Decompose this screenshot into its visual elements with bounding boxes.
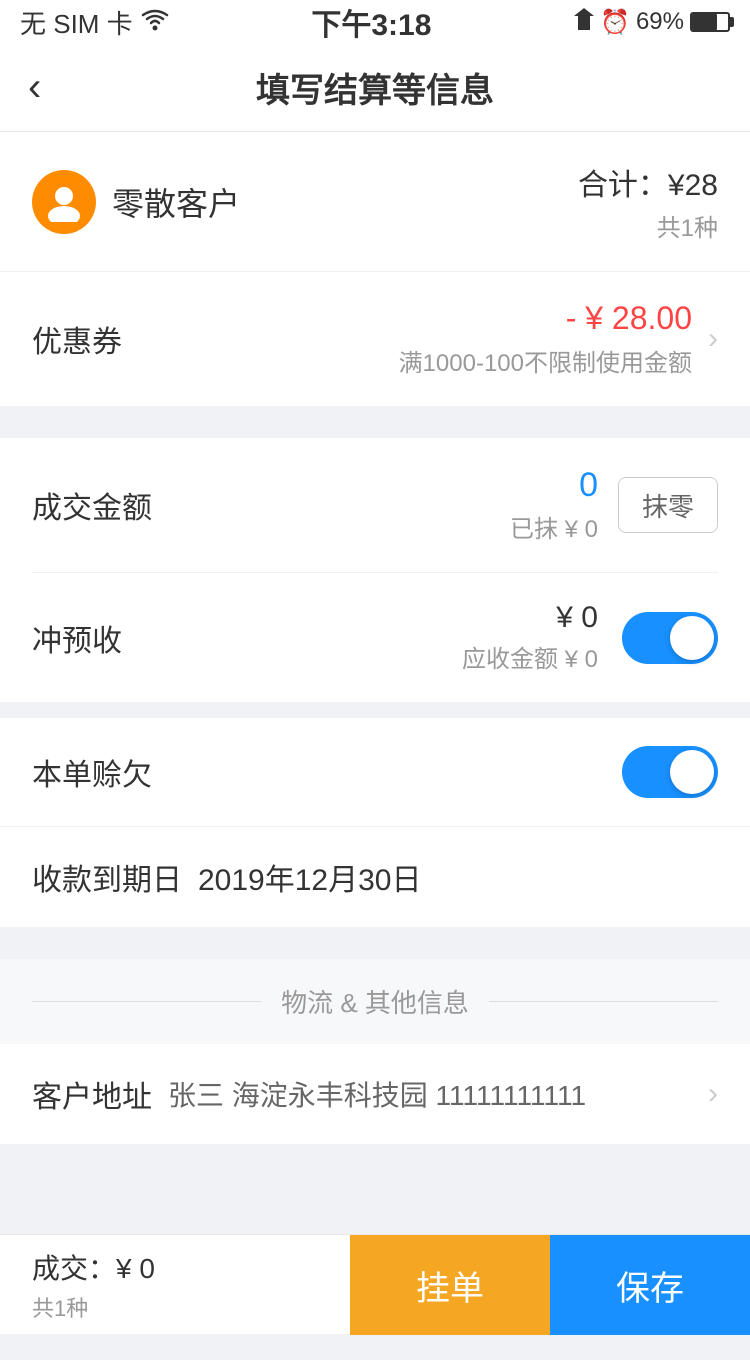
address-label: 客户地址 bbox=[32, 1072, 152, 1116]
due-date-row[interactable]: 收款到期日 2019年12月30日 bbox=[0, 826, 750, 927]
address-row[interactable]: 客户地址 张三 海淀永丰科技园 11111111111 › bbox=[0, 1044, 750, 1144]
coupon-desc: 满1000-100不限制使用金额 bbox=[399, 343, 692, 378]
prepayment-row: 冲预收 ¥ 0 应收金额 ¥ 0 bbox=[32, 573, 718, 702]
credit-toggle[interactable] bbox=[622, 746, 718, 798]
prepayment-amounts: ¥ 0 应收金额 ¥ 0 bbox=[462, 601, 598, 674]
battery-icon bbox=[690, 12, 730, 32]
total-count: 共1种 bbox=[578, 208, 718, 243]
logistics-line-left bbox=[32, 1001, 261, 1002]
customer-left: 零散客户 bbox=[32, 170, 240, 234]
sim-text: 无 SIM 卡 bbox=[20, 4, 133, 41]
bottom-transaction-label: 成交：¥ 0 bbox=[32, 1247, 318, 1287]
divider-3 bbox=[0, 943, 750, 959]
prepayment-right: ¥ 0 应收金额 ¥ 0 bbox=[462, 601, 718, 674]
divider-2 bbox=[0, 702, 750, 718]
coupon-label: 优惠券 bbox=[32, 317, 152, 361]
credit-section: 本单赊欠 收款到期日 2019年12月30日 bbox=[0, 718, 750, 927]
toggle-knob bbox=[670, 616, 714, 660]
chevron-right-icon: › bbox=[708, 322, 718, 356]
avatar bbox=[32, 170, 96, 234]
transaction-value[interactable]: 0 bbox=[510, 466, 598, 505]
status-time: 下午3:18 bbox=[311, 0, 431, 44]
save-button[interactable]: 保存 bbox=[550, 1235, 750, 1335]
address-section: 客户地址 张三 海淀永丰科技园 11111111111 › bbox=[0, 1044, 750, 1144]
pending-button[interactable]: 挂单 bbox=[350, 1235, 550, 1335]
alarm-icon: ⏰ bbox=[600, 8, 630, 37]
logistics-header: 物流 & 其他信息 bbox=[0, 959, 750, 1044]
transaction-row: 成交金额 0 已抹 ¥ 0 抹零 bbox=[32, 438, 718, 573]
credit-row: 本单赊欠 bbox=[0, 718, 750, 826]
divider-1 bbox=[0, 422, 750, 438]
bottom-info: 成交：¥ 0 共1种 bbox=[0, 1235, 350, 1334]
bottom-transaction-value: ¥ 0 bbox=[116, 1253, 155, 1284]
transaction-amount-area: 0 已抹 ¥ 0 bbox=[510, 466, 598, 544]
transaction-section: 成交金额 0 已抹 ¥ 0 抹零 冲预收 ¥ 0 应收金额 ¥ 0 bbox=[0, 438, 750, 702]
customer-name: 零散客户 bbox=[112, 179, 240, 225]
transaction-right: 0 已抹 ¥ 0 抹零 bbox=[510, 466, 718, 544]
due-date-value: 2019年12月30日 bbox=[198, 855, 421, 899]
customer-right: 合计：¥28 共1种 bbox=[578, 160, 718, 243]
logistics-label: 物流 & 其他信息 bbox=[281, 983, 469, 1020]
prepayment-toggle[interactable] bbox=[622, 612, 718, 664]
address-chevron-icon: › bbox=[708, 1077, 718, 1111]
transaction-sub: 已抹 ¥ 0 bbox=[510, 509, 598, 544]
credit-label: 本单赊欠 bbox=[32, 750, 152, 794]
customer-row: 零散客户 合计：¥28 共1种 bbox=[0, 132, 750, 271]
status-left: 无 SIM 卡 bbox=[20, 4, 169, 41]
round-button[interactable]: 抹零 bbox=[618, 477, 718, 533]
transaction-label: 成交金额 bbox=[32, 483, 152, 527]
total-amount: 合计：¥28 bbox=[578, 160, 718, 204]
bottom-transaction-prefix: 成交： bbox=[32, 1253, 116, 1284]
prepayment-label: 冲预收 bbox=[32, 616, 122, 660]
address-value: 张三 海淀永丰科技园 11111111111 bbox=[168, 1074, 708, 1114]
prepayment-value: ¥ 0 bbox=[462, 601, 598, 635]
bottom-count: 共1种 bbox=[32, 1291, 318, 1323]
bottom-bar: 成交：¥ 0 共1种 挂单 保存 bbox=[0, 1234, 750, 1334]
coupon-right: - ¥ 28.00 满1000-100不限制使用金额 › bbox=[152, 300, 718, 378]
battery-percent: 69% bbox=[636, 8, 684, 36]
logistics-line-right bbox=[489, 1001, 718, 1002]
coupon-row[interactable]: 优惠券 - ¥ 28.00 满1000-100不限制使用金额 › bbox=[0, 271, 750, 406]
location-icon bbox=[574, 8, 594, 37]
customer-section: 零散客户 合计：¥28 共1种 优惠券 - ¥ 28.00 满1000-100不… bbox=[0, 132, 750, 406]
page-title: 填写结算等信息 bbox=[256, 63, 494, 112]
back-button[interactable]: ‹ bbox=[28, 65, 41, 110]
prepayment-sub: 应收金额 ¥ 0 bbox=[462, 639, 598, 674]
credit-toggle-knob bbox=[670, 750, 714, 794]
status-right: ⏰ 69% bbox=[574, 8, 730, 37]
coupon-amount: - ¥ 28.00 bbox=[399, 300, 692, 337]
coupon-value-col: - ¥ 28.00 满1000-100不限制使用金额 bbox=[399, 300, 692, 378]
nav-bar: ‹ 填写结算等信息 bbox=[0, 44, 750, 132]
status-bar: 无 SIM 卡 下午3:18 ⏰ 69% bbox=[0, 0, 750, 44]
wifi-icon bbox=[141, 7, 169, 38]
due-date-label: 收款到期日 bbox=[32, 855, 182, 899]
